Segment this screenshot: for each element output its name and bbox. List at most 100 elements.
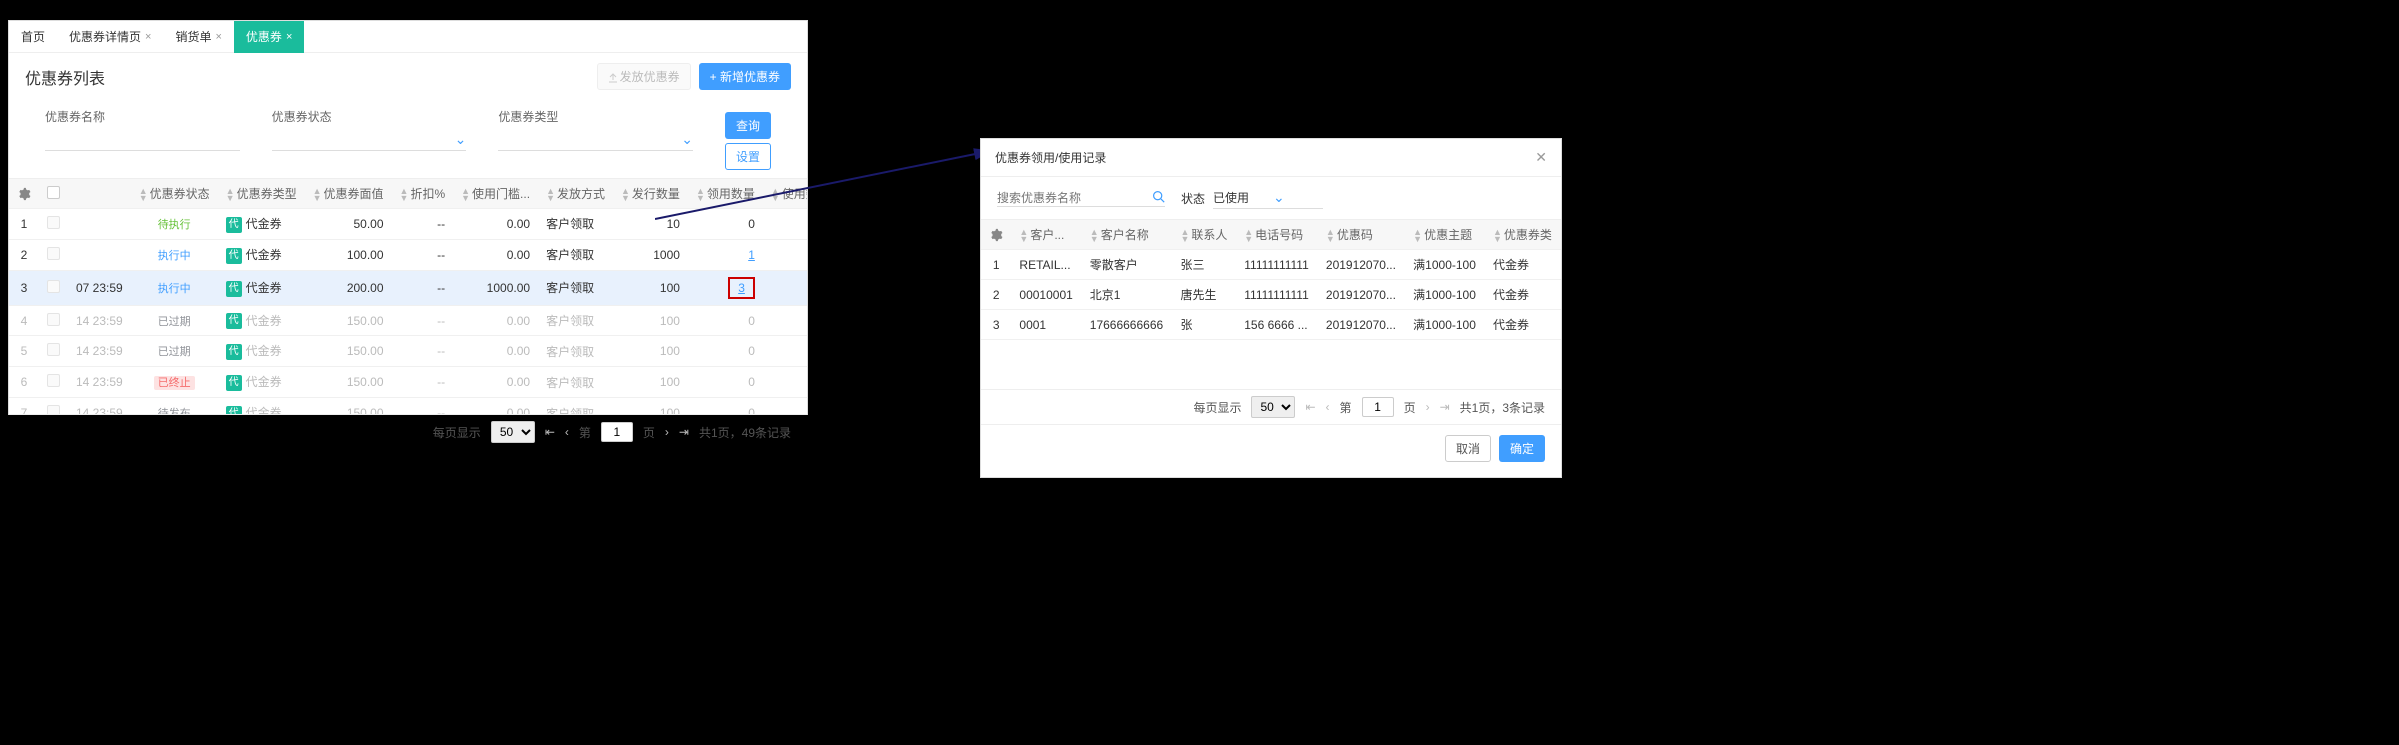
chevron-down-icon: ⌄	[1273, 189, 1285, 206]
first-page-button[interactable]: ⇤	[1305, 400, 1315, 414]
col-coupon-subject[interactable]: ▲▼优惠主题	[1405, 220, 1485, 250]
tab-优惠券详情页[interactable]: 优惠券详情页×	[57, 21, 163, 53]
add-coupon-button[interactable]: + 新增优惠券	[699, 63, 791, 90]
col-method[interactable]: ▲▼发放方式	[538, 179, 613, 209]
row-status: 待发布	[131, 398, 218, 414]
row-type: 代代金券	[218, 398, 305, 414]
row-discount: --	[392, 305, 454, 336]
col-type[interactable]: ▲▼优惠券类型	[218, 179, 305, 209]
table-row[interactable]: 614 23:59已终止代代金券150.00--0.00客户领取10000	[9, 367, 807, 398]
row-face: 150.00	[305, 398, 392, 414]
settings-button[interactable]: 设置	[725, 143, 771, 170]
page-input[interactable]	[601, 422, 633, 442]
last-page-button[interactable]: ⇥	[1440, 400, 1450, 414]
pager-summary: 共1页，49条记录	[699, 424, 791, 441]
col-threshold[interactable]: ▲▼使用门槛...	[453, 179, 538, 209]
coupon-table-wrap[interactable]: ▲▼优惠券状态 ▲▼优惠券类型 ▲▼优惠券面值 ▲▼折扣% ▲▼使用门槛... …	[9, 178, 807, 414]
col-cust-name[interactable]: ▲▼客户名称	[1082, 220, 1173, 250]
col-coupon-code[interactable]: ▲▼优惠码	[1318, 220, 1405, 250]
close-icon[interactable]: ×	[145, 21, 151, 53]
row-discount: --	[392, 239, 454, 270]
tab-首页[interactable]: 首页	[9, 21, 57, 53]
row-checkbox[interactable]	[39, 209, 68, 240]
col-cust-code[interactable]: ▲▼客户...	[1011, 220, 1081, 250]
usage-table-wrap[interactable]: ▲▼客户... ▲▼客户名称 ▲▼联系人 ▲▼电话号码 ▲▼优惠码 ▲▼优惠主题…	[981, 219, 1561, 389]
col-use-qty[interactable]: ▲▼使用数量	[763, 179, 807, 209]
gear-icon	[989, 228, 1003, 242]
first-page-button[interactable]: ⇤	[545, 425, 555, 439]
row-cust-code: 00010001	[1011, 280, 1081, 310]
row-index: 3	[981, 310, 1011, 340]
page-prefix: 第	[579, 424, 591, 441]
confirm-button[interactable]: 确定	[1499, 435, 1545, 462]
col-coupon-type[interactable]: ▲▼优惠券类	[1485, 220, 1561, 250]
row-recv-qty: 0	[688, 336, 763, 367]
table-row[interactable]: 1RETAIL...零散客户张三111111111112019120​70...…	[981, 250, 1561, 280]
tab-销货单[interactable]: 销货单×	[163, 21, 233, 53]
page-suffix: 页	[643, 424, 655, 441]
per-page-select[interactable]: 50	[1251, 396, 1295, 418]
close-icon[interactable]: ×	[286, 21, 292, 53]
row-recv-qty: 0	[688, 398, 763, 414]
cancel-button[interactable]: 取消	[1445, 435, 1491, 462]
table-row[interactable]: 714 23:59待发布代代金券150.00--0.00客户领取10000	[9, 398, 807, 414]
receive-count-link[interactable]: 3	[728, 277, 755, 299]
col-recv-qty[interactable]: ▲▼领用数量	[688, 179, 763, 209]
row-checkbox[interactable]	[39, 398, 68, 414]
chevron-down-icon: ⌄	[455, 131, 467, 148]
filter-type-select[interactable]: ⌄	[498, 129, 693, 151]
modal-status-select[interactable]: 已使用 ⌄	[1213, 187, 1323, 209]
table-row[interactable]: 514 23:59已过期代代金券150.00--0.00客户领取10000	[9, 336, 807, 367]
col-gear[interactable]	[981, 220, 1011, 250]
modal-pager-summary: 共1页，3条记录	[1460, 399, 1545, 416]
col-contact[interactable]: ▲▼联系人	[1172, 220, 1236, 250]
row-coupon-subject: 满1000-100	[1405, 280, 1485, 310]
row-type: 代代金券	[218, 367, 305, 398]
row-checkbox[interactable]	[39, 270, 68, 305]
prev-page-button[interactable]: ‹	[1326, 400, 1330, 414]
receive-count-link[interactable]: 1	[748, 248, 755, 262]
col-discount[interactable]: ▲▼折扣%	[392, 179, 454, 209]
row-cust-code: RETAIL...	[1011, 250, 1081, 280]
close-icon[interactable]: ×	[215, 21, 221, 53]
row-contact: 张三	[1172, 250, 1236, 280]
page-input[interactable]	[1362, 397, 1394, 417]
distribute-coupon-button[interactable]: 发放优惠券	[597, 63, 691, 90]
table-row[interactable]: 307 23:59执行中代代金券200.00--1000.00客户领取10031	[9, 270, 807, 305]
col-face[interactable]: ▲▼优惠券面值	[305, 179, 392, 209]
row-use-qty: 0	[763, 398, 807, 414]
row-recv-qty: 0	[688, 305, 763, 336]
filter-status-select[interactable]: ⌄	[272, 129, 467, 151]
col-issue-qty[interactable]: ▲▼发行数量	[613, 179, 688, 209]
row-checkbox[interactable]	[39, 367, 68, 398]
table-row[interactable]: 200010001北京1唐先生111111111112019120​70...满…	[981, 280, 1561, 310]
col-checkbox[interactable]	[39, 179, 68, 209]
col-status[interactable]: ▲▼优惠券状态	[131, 179, 218, 209]
query-button[interactable]: 查询	[725, 112, 771, 139]
row-checkbox[interactable]	[39, 305, 68, 336]
last-page-button[interactable]: ⇥	[679, 425, 689, 439]
per-page-select[interactable]: 50	[491, 421, 535, 443]
row-phone: 11111111111	[1236, 280, 1318, 310]
table-row[interactable]: 2执行中代代金券100.00--0.00客户领取100010	[9, 239, 807, 270]
col-gear[interactable]	[9, 179, 39, 209]
page-prefix: 第	[1340, 399, 1352, 416]
close-icon[interactable]: ✕	[1535, 149, 1547, 166]
col-phone[interactable]: ▲▼电话号码	[1236, 220, 1318, 250]
next-page-button[interactable]: ›	[1426, 400, 1430, 414]
filter-name-input[interactable]	[45, 129, 240, 151]
row-index: 1	[9, 209, 39, 240]
prev-page-button[interactable]: ‹	[565, 425, 569, 439]
table-row[interactable]: 414 23:59已过期代代金券150.00--0.00客户领取10000	[9, 305, 807, 336]
next-page-button[interactable]: ›	[665, 425, 669, 439]
row-checkbox[interactable]	[39, 336, 68, 367]
modal-search[interactable]	[997, 190, 1165, 207]
row-checkbox[interactable]	[39, 239, 68, 270]
table-row[interactable]: 3000117666666666张156 6666 ...2019120​70.…	[981, 310, 1561, 340]
row-threshold: 0.00	[453, 239, 538, 270]
table-row[interactable]: 1待执行代代金券50.00--0.00客户领取1000	[9, 209, 807, 240]
modal-search-input[interactable]	[997, 191, 1152, 205]
search-icon[interactable]	[1152, 190, 1165, 206]
tab-优惠券[interactable]: 优惠券×	[234, 21, 304, 53]
modal-filters: 状态 已使用 ⌄	[981, 177, 1561, 219]
